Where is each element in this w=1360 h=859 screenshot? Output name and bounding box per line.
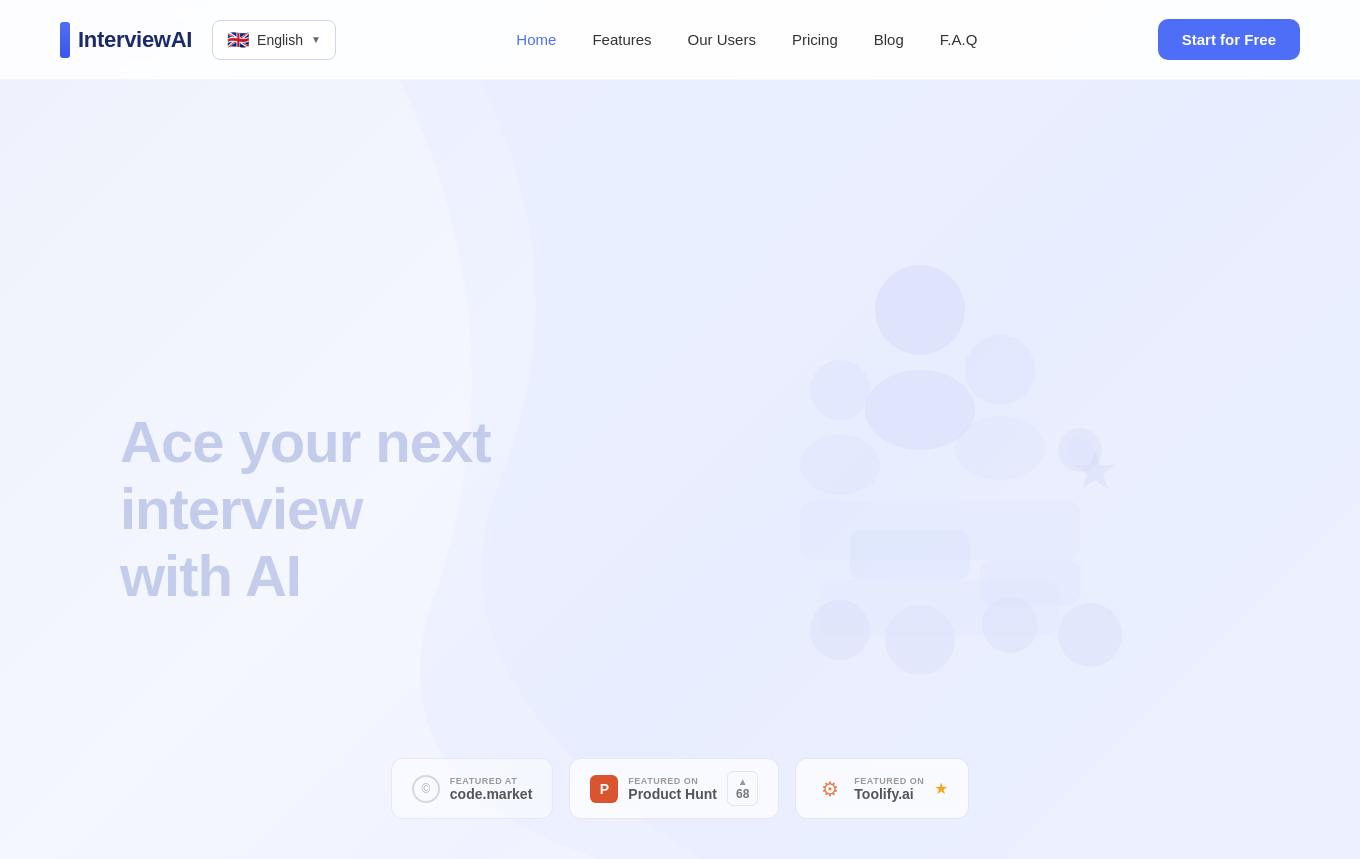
svg-point-10 — [810, 600, 870, 660]
badge-ph-small: FEATURED ON — [628, 776, 717, 786]
svg-rect-15 — [820, 580, 1060, 635]
nav-item-our-users[interactable]: Our Users — [688, 31, 756, 49]
badge-code-market[interactable]: © featured at code.market — [391, 758, 553, 819]
svg-point-0 — [875, 265, 965, 355]
nav-item-faq[interactable]: F.A.Q — [940, 31, 978, 49]
badge-toolify[interactable]: ⚙ FEATURED ON Toolify.ai ★ — [795, 758, 969, 819]
nav-item-blog[interactable]: Blog — [874, 31, 904, 49]
badge-ph-main: Product Hunt — [628, 786, 717, 802]
svg-point-5 — [955, 416, 1045, 480]
hero-title-line2: with AI — [120, 543, 301, 608]
nav-link-our-users[interactable]: Our Users — [688, 31, 756, 48]
svg-point-2 — [810, 360, 870, 420]
nav-item-features[interactable]: Features — [592, 31, 651, 49]
code-market-icon: © — [412, 775, 440, 803]
logo-text: InterviewAI — [78, 27, 192, 53]
hero-section: Ace your next interview with AI © featur… — [0, 80, 1360, 859]
nav-item-home[interactable]: Home — [516, 31, 556, 49]
nav-item-pricing[interactable]: Pricing — [792, 31, 838, 49]
nav-link-home[interactable]: Home — [516, 31, 556, 48]
nav-link-features[interactable]: Features — [592, 31, 651, 48]
badge-toolify-text: FEATURED ON Toolify.ai — [854, 776, 924, 802]
flag-icon: 🇬🇧 — [227, 29, 249, 51]
badge-product-hunt[interactable]: P FEATURED ON Product Hunt ▲ 68 — [569, 758, 779, 819]
badge-code-small: featured at — [450, 776, 517, 786]
product-hunt-icon: P — [590, 775, 618, 803]
badge-toolify-small: FEATURED ON — [854, 776, 924, 786]
ph-upvote[interactable]: ▲ 68 — [727, 771, 758, 806]
svg-point-7 — [1068, 438, 1092, 462]
badge-toolify-main: Toolify.ai — [854, 786, 924, 802]
badge-code-main: code.market — [450, 786, 532, 802]
nav-links: Home Features Our Users Pricing Blog F.A… — [516, 31, 977, 49]
nav-link-pricing[interactable]: Pricing — [792, 31, 838, 48]
nav-link-blog[interactable]: Blog — [874, 31, 904, 48]
logo-icon — [60, 22, 70, 58]
svg-point-11 — [885, 605, 955, 675]
svg-point-4 — [965, 335, 1035, 405]
svg-point-13 — [1058, 603, 1122, 667]
svg-point-12 — [982, 597, 1038, 653]
svg-marker-16 — [1075, 450, 1115, 489]
svg-rect-14 — [800, 500, 1080, 560]
ph-upvote-arrow: ▲ — [738, 776, 748, 787]
hero-title-line1: Ace your next interview — [120, 409, 491, 541]
language-label: English — [257, 32, 303, 48]
badge-ph-text: FEATURED ON Product Hunt — [628, 776, 717, 802]
toolify-star-icon: ★ — [934, 779, 948, 798]
svg-point-6 — [1058, 428, 1102, 472]
hero-content: Ace your next interview with AI — [0, 329, 600, 609]
start-for-free-button[interactable]: Start for Free — [1158, 19, 1300, 60]
language-selector[interactable]: 🇬🇧 English ▼ — [212, 20, 336, 60]
svg-point-3 — [800, 435, 880, 495]
svg-point-1 — [865, 370, 975, 450]
navbar: InterviewAI 🇬🇧 English ▼ Home Features O… — [0, 0, 1360, 80]
ph-count: 68 — [736, 787, 749, 801]
navbar-left: InterviewAI 🇬🇧 English ▼ — [60, 20, 336, 60]
ph-letter: P — [600, 781, 609, 797]
logo[interactable]: InterviewAI — [60, 22, 192, 58]
toolify-icon: ⚙ — [816, 775, 844, 803]
chevron-down-icon: ▼ — [311, 34, 321, 45]
hero-title: Ace your next interview with AI — [120, 409, 540, 609]
svg-rect-9 — [980, 560, 1080, 605]
svg-rect-8 — [850, 530, 970, 580]
badge-code-text: featured at code.market — [450, 776, 532, 802]
bottom-badges: © featured at code.market P FEATURED ON … — [0, 758, 1360, 819]
nav-link-faq[interactable]: F.A.Q — [940, 31, 978, 48]
navbar-right: Start for Free — [1158, 19, 1300, 60]
